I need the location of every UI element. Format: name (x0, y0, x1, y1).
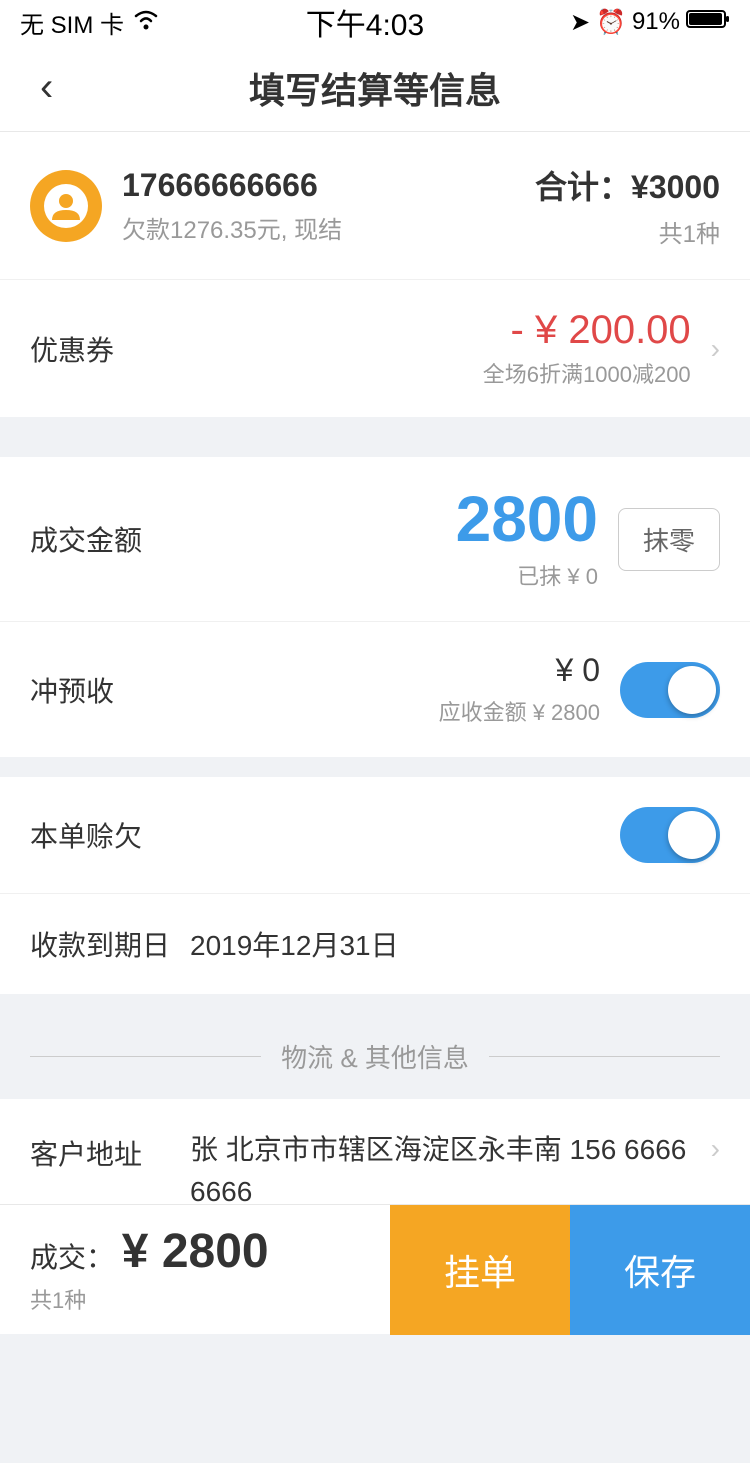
coupon-right: - ¥ 200.00 全场6折满1000减200 › (150, 308, 720, 389)
total-value: ¥3000 (631, 169, 720, 205)
deal-amount-value: 2800 (456, 487, 598, 551)
coupon-desc: 全场6折满1000减200 (483, 357, 691, 389)
bad-debt-row: 本单赊欠 (0, 777, 750, 893)
nav-bar: ‹ 填写结算等信息 (0, 44, 750, 132)
wifi-icon (132, 8, 160, 37)
prepay-receivable: 应收金额 ¥ 2800 (439, 695, 600, 727)
bottom-bar: 成交： ¥ 2800 共1种 挂单 保存 (0, 1204, 750, 1334)
deal-amount-right: 2800 已抹 ¥ 0 抹零 (230, 487, 720, 591)
location-icon: ➤ (570, 8, 590, 37)
status-left: 无 SIM 卡 (20, 5, 160, 40)
round-zero-button[interactable]: 抹零 (618, 508, 720, 571)
page-title: 填写结算等信息 (249, 62, 501, 114)
status-bar: 无 SIM 卡 下午4:03 ➤ ⏰ 91% (0, 0, 750, 44)
avatar-icon (44, 184, 88, 228)
coupon-discount: - ¥ 200.00 (483, 308, 691, 353)
status-right: ➤ ⏰ 91% (570, 8, 730, 37)
customer-info: 17666666666 欠款1276.35元, 现结 (122, 167, 535, 245)
bottom-deal-count: 共1种 (30, 1283, 360, 1315)
prepay-label: 冲预收 (30, 670, 230, 710)
total-count: 共1种 (535, 214, 720, 249)
due-date-label: 收款到期日 (30, 924, 170, 964)
customer-total: 合计：¥3000 共1种 (535, 162, 720, 249)
due-date-row: 收款到期日 2019年12月31日 (0, 893, 750, 994)
prepay-right: ¥ 0 应收金额 ¥ 2800 (230, 652, 720, 727)
coupon-row[interactable]: 优惠券 - ¥ 200.00 全场6折满1000减200 › (0, 279, 750, 417)
address-value: 张 北京市市辖区海淀区永丰南 156 6666 6666 (190, 1129, 701, 1213)
bottom-deal-line: 成交： ¥ 2800 (30, 1224, 360, 1279)
bottom-deal-amount: ¥ 2800 (122, 1225, 269, 1278)
back-button[interactable]: ‹ (30, 55, 63, 120)
save-button[interactable]: 保存 (570, 1205, 750, 1335)
deal-amount-row: 成交金额 2800 已抹 ¥ 0 抹零 (0, 457, 750, 622)
prepay-row: 冲预收 ¥ 0 应收金额 ¥ 2800 (0, 622, 750, 757)
address-label: 客户地址 (30, 1129, 190, 1173)
battery-icon (686, 8, 730, 37)
total-label: 合计： (535, 169, 631, 205)
hold-button[interactable]: 挂单 (390, 1205, 570, 1335)
customer-debt: 欠款1276.35元, 现结 (122, 210, 535, 245)
coupon-chevron-icon: › (711, 333, 720, 365)
logistics-label: 物流 & 其他信息 (281, 1038, 469, 1075)
bad-debt-toggle[interactable] (620, 807, 720, 863)
avatar (30, 170, 102, 242)
divider-2 (0, 757, 750, 777)
prepay-toggle[interactable] (620, 662, 720, 718)
total-amount: 合计：¥3000 (535, 162, 720, 208)
logistics-line-right (489, 1056, 720, 1057)
prepay-amount-value: ¥ 0 (439, 652, 600, 689)
bad-debt-section: 本单赊欠 收款到期日 2019年12月31日 (0, 777, 750, 994)
battery-text: 91% (632, 8, 680, 36)
deal-amount-sub: 已抹 ¥ 0 (456, 559, 598, 591)
alarm-icon: ⏰ (596, 8, 626, 37)
bad-debt-label: 本单赊欠 (30, 815, 620, 855)
coupon-label: 优惠券 (30, 329, 150, 369)
logistics-divider: 物流 & 其他信息 (0, 1014, 750, 1099)
deal-amount-block: 2800 已抹 ¥ 0 (456, 487, 598, 591)
logistics-line-left (30, 1056, 261, 1057)
coupon-amount-block: - ¥ 200.00 全场6折满1000减200 (483, 308, 691, 389)
status-time: 下午4:03 (306, 0, 424, 44)
form-section: 成交金额 2800 已抹 ¥ 0 抹零 冲预收 ¥ 0 应收金额 ¥ 2800 (0, 457, 750, 757)
deal-amount-label: 成交金额 (30, 519, 230, 559)
bottom-summary: 成交： ¥ 2800 共1种 (0, 1224, 390, 1315)
customer-row: 17666666666 欠款1276.35元, 现结 合计：¥3000 共1种 (0, 132, 750, 279)
address-chevron-icon: › (711, 1129, 720, 1165)
divider-1 (0, 437, 750, 457)
sim-icon: 无 SIM 卡 (20, 5, 124, 40)
customer-phone: 17666666666 (122, 167, 535, 204)
prepay-amount-block: ¥ 0 应收金额 ¥ 2800 (439, 652, 600, 727)
bottom-deal-label: 成交： (30, 1242, 114, 1273)
due-date-value: 2019年12月31日 (190, 924, 399, 964)
customer-section: 17666666666 欠款1276.35元, 现结 合计：¥3000 共1种 … (0, 132, 750, 417)
